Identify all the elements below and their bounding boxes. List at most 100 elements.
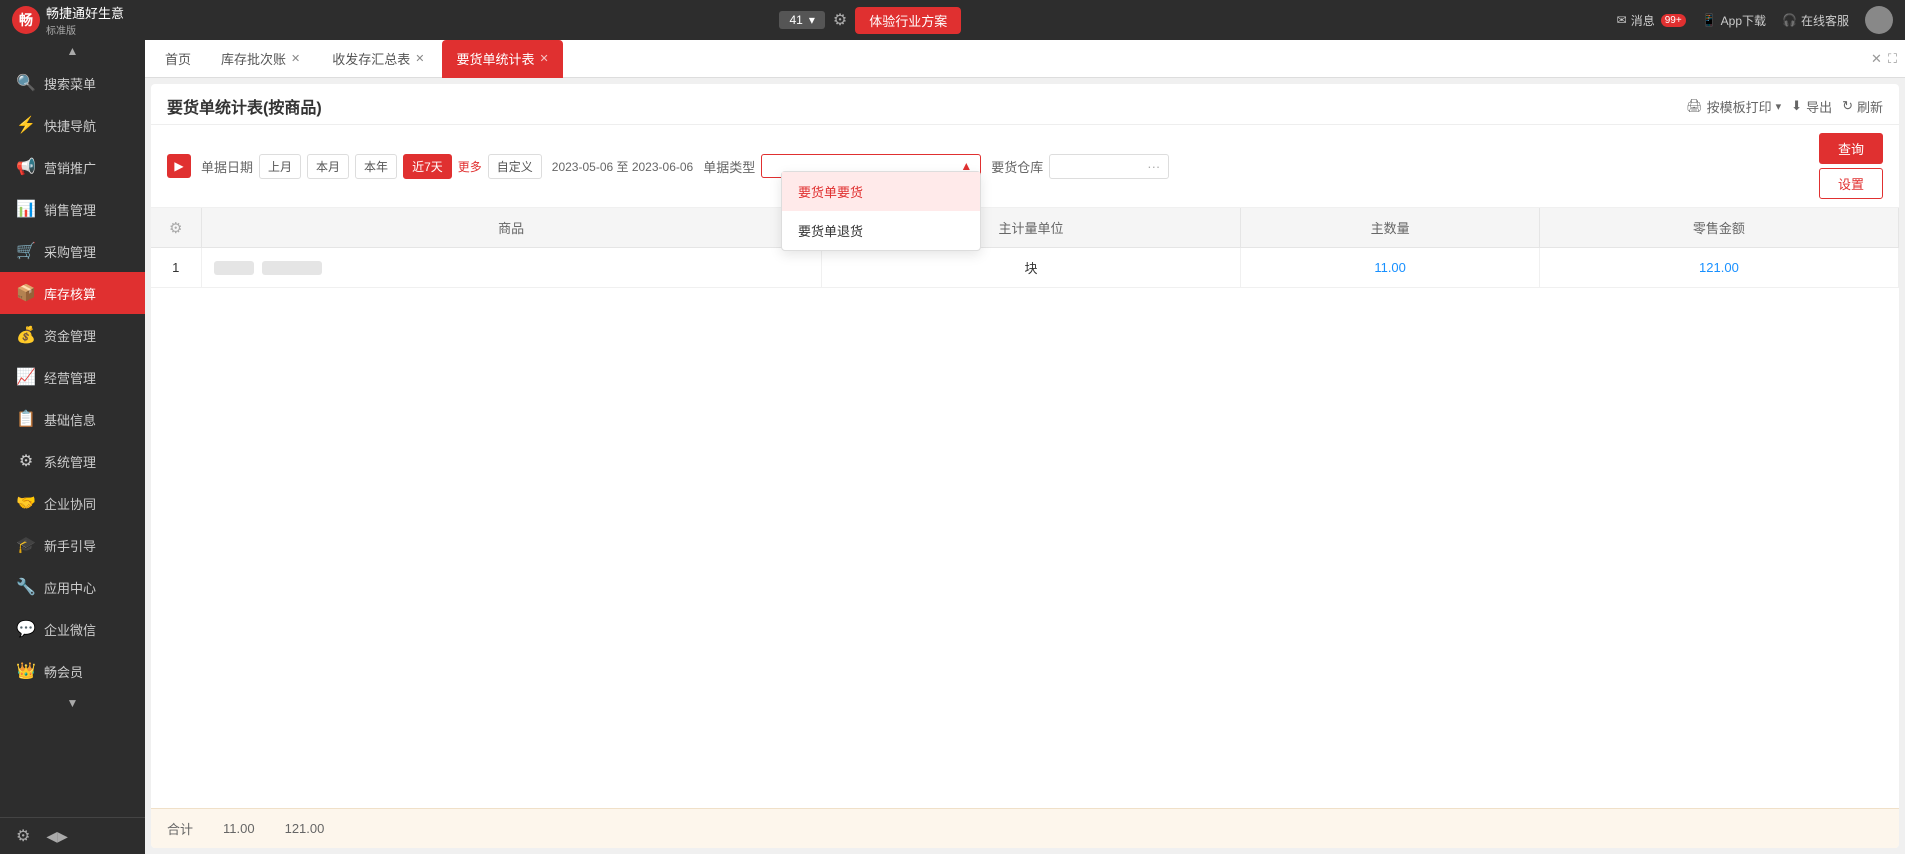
sidebar-item-basic-info[interactable]: 📋 基础信息 bbox=[0, 398, 145, 440]
sidebar-item-operations[interactable]: 📈 经营管理 bbox=[0, 356, 145, 398]
sidebar-item-quicknav[interactable]: ⚡ 快捷导航 bbox=[0, 104, 145, 146]
settings-icon[interactable]: ⚙ bbox=[833, 10, 847, 30]
filter-bar: ▶ 单据日期 上月 本月 本年 近7天 更多 自定义 2023-05-06 至 … bbox=[151, 125, 1899, 208]
col-settings[interactable]: ⚙ bbox=[151, 208, 201, 248]
row-unit: 块 bbox=[821, 248, 1241, 288]
sidebar-item-sales[interactable]: 📊 销售管理 bbox=[0, 188, 145, 230]
content-area: 首页 库存批次账 ✕ 收发存汇总表 ✕ 要货单统计表 ✕ ✕ ⛶ 要 bbox=[145, 40, 1905, 854]
message-icon: ✉ bbox=[1617, 13, 1627, 27]
product-cell bbox=[214, 261, 809, 275]
table-area: ⚙ 商品 主计量单位 主数量 零售金额 1 bbox=[151, 208, 1899, 808]
filter-expand-button[interactable]: ▶ bbox=[167, 154, 191, 178]
online-service-item[interactable]: 🎧 在线客服 bbox=[1782, 12, 1849, 29]
type-dropdown: 要货单要货 要货单退货 bbox=[781, 171, 981, 251]
search-icon: 🔍 bbox=[16, 73, 36, 93]
handshake-icon: 🤝 bbox=[16, 493, 36, 513]
tab-close-stock-summary[interactable]: ✕ bbox=[415, 52, 424, 65]
page-title: 要货单统计表(按商品) bbox=[167, 94, 322, 118]
date-btn-custom[interactable]: 自定义 bbox=[488, 154, 542, 179]
warehouse-select[interactable]: ··· bbox=[1049, 154, 1169, 179]
row-product bbox=[201, 248, 821, 288]
sidebar: ▲ 🔍 搜索菜单 ⚡ 快捷导航 📢 营销推广 📊 销售管理 🛒 采购管理 📦 库… bbox=[0, 40, 145, 854]
export-icon: ⬇ bbox=[1791, 98, 1802, 114]
col-amount: 零售金额 bbox=[1539, 208, 1898, 248]
page-content: 要货单统计表(按商品) 🖨 按模板打印 ▾ ⬇ 导出 ↻ 刷新 bbox=[151, 84, 1899, 848]
tab-close-inventory-batch[interactable]: ✕ bbox=[291, 52, 300, 65]
sidebar-item-wechat[interactable]: 💬 企业微信 bbox=[0, 608, 145, 650]
tab-stock-summary[interactable]: 收发存汇总表 ✕ bbox=[318, 40, 438, 78]
row-amount[interactable]: 121.00 bbox=[1539, 248, 1898, 288]
row-quantity[interactable]: 11.00 bbox=[1241, 248, 1539, 288]
col-product: 商品 bbox=[201, 208, 821, 248]
date-btn-lastmonth[interactable]: 上月 bbox=[259, 154, 301, 179]
refresh-button[interactable]: ↻ 刷新 bbox=[1842, 97, 1883, 116]
dropdown-option-return[interactable]: 要货单退货 bbox=[782, 211, 980, 250]
refresh-icon: ↻ bbox=[1842, 98, 1853, 114]
app-download-item[interactable]: 📱 App下载 bbox=[1702, 12, 1766, 29]
scroll-down-icon[interactable]: ▼ bbox=[0, 692, 145, 714]
print-button[interactable]: 🖨 按模板打印 ▾ bbox=[1686, 97, 1781, 116]
table-gear-icon[interactable]: ⚙ bbox=[169, 220, 182, 237]
sidebar-item-system[interactable]: ⚙ 系统管理 bbox=[0, 440, 145, 482]
sidebar-item-appstore[interactable]: 🔧 应用中心 bbox=[0, 566, 145, 608]
tab-inventory-batch[interactable]: 库存批次账 ✕ bbox=[207, 40, 314, 78]
clipboard-icon: 📋 bbox=[16, 409, 36, 429]
date-btn-thisyear[interactable]: 本年 bbox=[355, 154, 397, 179]
export-button[interactable]: ⬇ 导出 bbox=[1791, 97, 1832, 116]
sidebar-collapse-icon[interactable]: ◀▶ bbox=[46, 828, 68, 845]
crown-icon: 👑 bbox=[16, 661, 36, 681]
data-table: ⚙ 商品 主计量单位 主数量 零售金额 1 bbox=[151, 208, 1899, 288]
sidebar-item-finance[interactable]: 💰 资金管理 bbox=[0, 314, 145, 356]
tab-home[interactable]: 首页 bbox=[153, 40, 203, 78]
footer-quantity: 11.00 bbox=[223, 821, 255, 836]
tab-bar-right: ✕ ⛶ bbox=[1871, 51, 1897, 67]
settings-button[interactable]: 设置 bbox=[1819, 168, 1883, 199]
tab-requisition-stats[interactable]: 要货单统计表 ✕ bbox=[442, 40, 562, 78]
trial-button[interactable]: 体验行业方案 bbox=[855, 7, 961, 34]
top-bar: 畅 畅捷通好生意 标准版 41 ▾ ⚙ 体验行业方案 ✉ 消息 99+ 📱 Ap… bbox=[0, 0, 1905, 40]
sidebar-item-search[interactable]: 🔍 搜索菜单 bbox=[0, 62, 145, 104]
date-btn-thismonth[interactable]: 本月 bbox=[307, 154, 349, 179]
date-btn-last7days[interactable]: 近7天 bbox=[403, 154, 452, 179]
message-badge: 99+ bbox=[1661, 14, 1686, 27]
wechat-icon: 💬 bbox=[16, 619, 36, 639]
sidebar-item-members[interactable]: 👑 畅会员 bbox=[0, 650, 145, 692]
warehouse-more-icon: ··· bbox=[1147, 159, 1160, 174]
product-name-placeholder bbox=[262, 261, 322, 275]
sidebar-item-tutorial[interactable]: 🎓 新手引导 bbox=[0, 524, 145, 566]
tab-close-all-icon[interactable]: ✕ bbox=[1871, 51, 1882, 67]
scroll-up-icon[interactable]: ▲ bbox=[0, 40, 145, 62]
tab-close-requisition-stats[interactable]: ✕ bbox=[540, 52, 549, 65]
date-filter-group: 单据日期 上月 本月 本年 近7天 更多 自定义 bbox=[201, 154, 542, 179]
type-label: 单据类型 bbox=[703, 157, 755, 176]
tab-expand-icon[interactable]: ⛶ bbox=[1888, 51, 1897, 67]
sidebar-item-inventory[interactable]: 📦 库存核算 bbox=[0, 272, 145, 314]
top-bar-left: 畅 畅捷通好生意 标准版 bbox=[12, 3, 124, 37]
messages-item[interactable]: ✉ 消息 99+ bbox=[1617, 12, 1686, 29]
top-bar-center: 41 ▾ ⚙ 体验行业方案 bbox=[779, 7, 961, 34]
dropdown-option-requisition[interactable]: 要货单要货 bbox=[782, 172, 980, 211]
trend-icon: 📈 bbox=[16, 367, 36, 387]
main-layout: ▲ 🔍 搜索菜单 ⚡ 快捷导航 📢 营销推广 📊 销售管理 🛒 采购管理 📦 库… bbox=[0, 40, 1905, 854]
sidebar-item-collab[interactable]: 🤝 企业协同 bbox=[0, 482, 145, 524]
chart-icon: 📊 bbox=[16, 199, 36, 219]
logo-text: 畅捷通好生意 标准版 bbox=[46, 3, 124, 37]
warehouse-filter-group: 要货仓库 ··· bbox=[991, 154, 1169, 179]
avatar[interactable] bbox=[1865, 6, 1893, 34]
date-btn-more[interactable]: 更多 bbox=[458, 158, 482, 175]
top-bar-right: ✉ 消息 99+ 📱 App下载 🎧 在线客服 bbox=[1617, 6, 1893, 34]
footer-amount: 121.00 bbox=[285, 821, 325, 836]
sidebar-item-marketing[interactable]: 📢 营销推广 bbox=[0, 146, 145, 188]
query-button[interactable]: 查询 bbox=[1819, 133, 1883, 164]
sidebar-settings-icon[interactable]: ⚙ bbox=[16, 826, 30, 846]
col-quantity: 主数量 bbox=[1241, 208, 1539, 248]
table-footer: 合计 11.00 121.00 bbox=[151, 808, 1899, 848]
apps-icon: 🔧 bbox=[16, 577, 36, 597]
chevron-down-icon[interactable]: ▾ bbox=[809, 13, 815, 27]
print-icon: 🖨 bbox=[1686, 98, 1703, 114]
page-header: 要货单统计表(按商品) 🖨 按模板打印 ▾ ⬇ 导出 ↻ 刷新 bbox=[151, 84, 1899, 125]
cart-icon: 🛒 bbox=[16, 241, 36, 261]
print-chevron-icon: ▾ bbox=[1776, 100, 1782, 113]
download-icon: 📱 bbox=[1702, 13, 1717, 27]
sidebar-item-purchase[interactable]: 🛒 采购管理 bbox=[0, 230, 145, 272]
